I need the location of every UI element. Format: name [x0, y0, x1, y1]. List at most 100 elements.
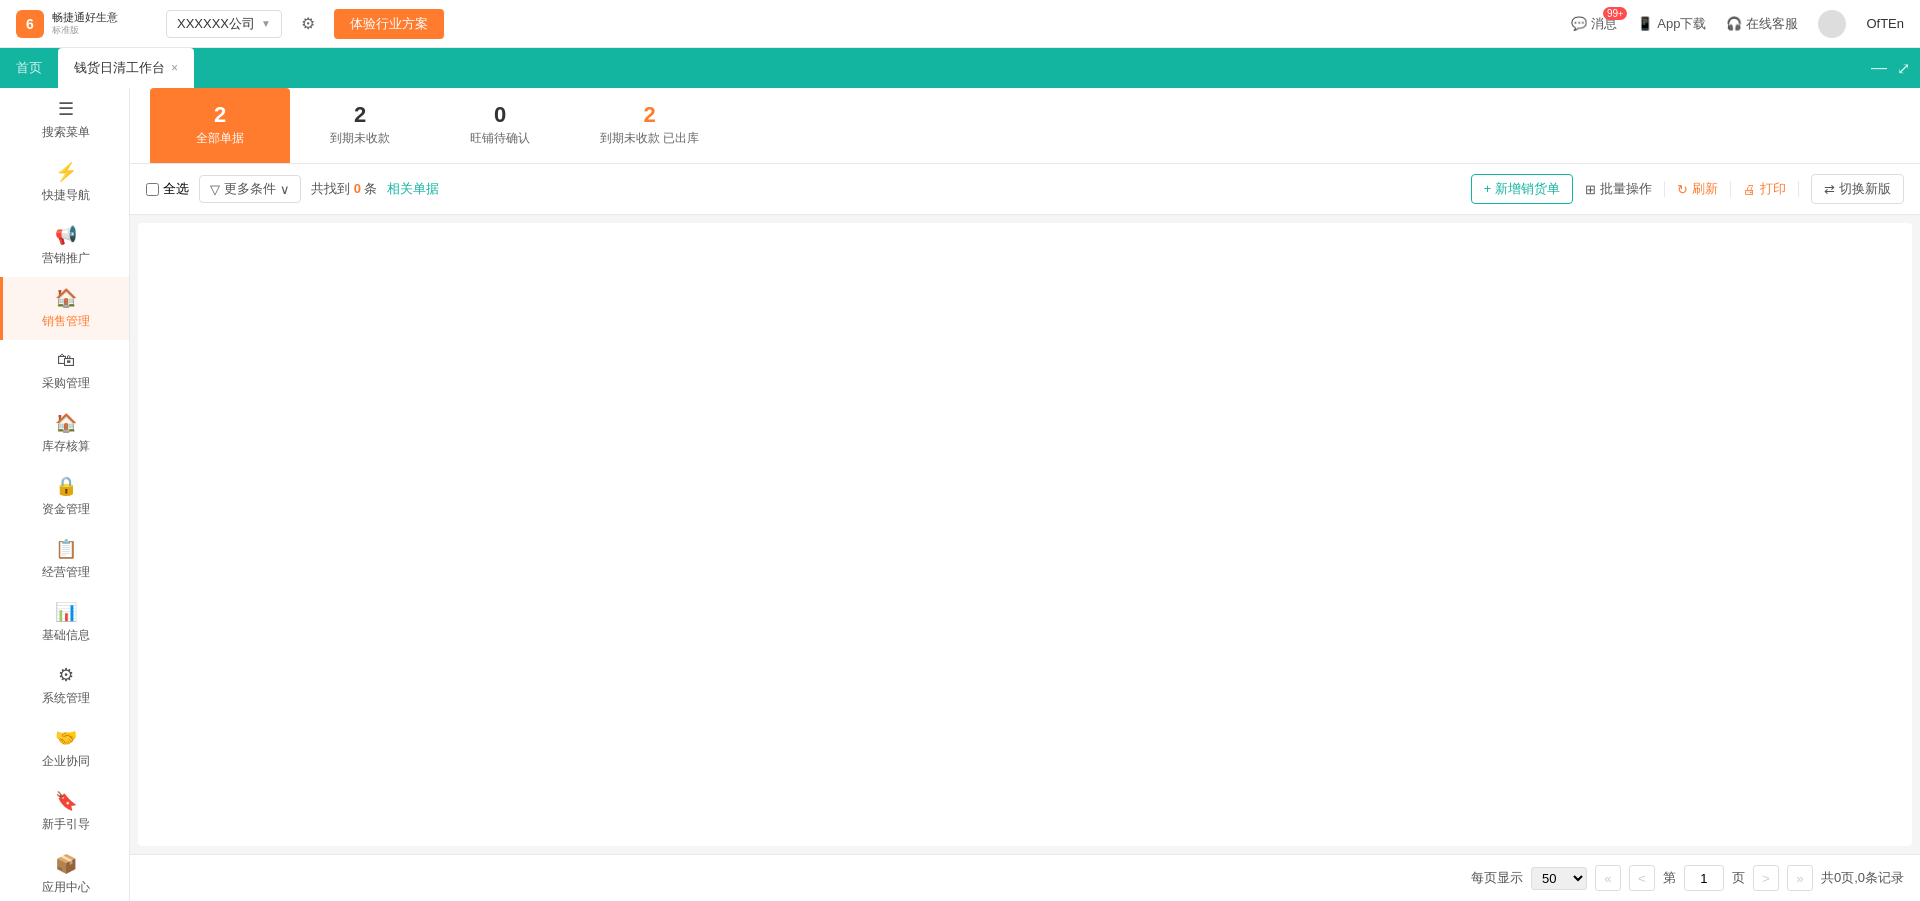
- sidebar-item-label: 应用中心: [42, 879, 90, 896]
- page-size-label: 每页显示: [1471, 869, 1523, 887]
- table-area: [138, 223, 1912, 846]
- service-icon: 🎧: [1726, 16, 1742, 31]
- tab-active[interactable]: 钱货日清工作台 ×: [58, 48, 194, 88]
- sidebar-item-label: 采购管理: [42, 375, 90, 392]
- page-label: 第: [1663, 869, 1676, 887]
- batch-label: 批量操作: [1600, 180, 1652, 198]
- guide-icon: 🔖: [55, 790, 77, 812]
- print-icon: 🖨: [1743, 182, 1756, 197]
- found-count: 0: [354, 181, 361, 196]
- sidebar-item-search-menu[interactable]: ☰ 搜索菜单: [0, 88, 129, 151]
- sidebar-item-guide[interactable]: 🔖 新手引导: [0, 780, 129, 843]
- batch-operation-button[interactable]: ⊞ 批量操作: [1585, 180, 1652, 198]
- tab-close-icon[interactable]: ×: [171, 61, 178, 75]
- sidebar-item-cooperation[interactable]: 🤝 企业协同: [0, 717, 129, 780]
- print-button[interactable]: 🖨 打印: [1743, 180, 1786, 198]
- messages-badge: 99: [1603, 7, 1627, 20]
- company-dropdown-icon: ▼: [261, 18, 271, 29]
- logo-text: 畅捷通好生意 标准版: [52, 10, 118, 37]
- sidebar-item-label: 快捷导航: [42, 187, 90, 204]
- finance-icon: 🔒: [55, 475, 77, 497]
- stat-num-overdue-shipped: 2: [644, 102, 656, 128]
- print-label: 打印: [1760, 180, 1786, 198]
- switch-version-button[interactable]: ⇄ 切换新版: [1811, 174, 1904, 204]
- settings-button[interactable]: ⚙: [292, 8, 324, 40]
- tab-minimize-icon[interactable]: —: [1871, 59, 1887, 77]
- cooperation-icon: 🤝: [55, 727, 77, 749]
- sidebar-item-purchase[interactable]: 🛍 采购管理: [0, 340, 129, 402]
- app-download-label: App下载: [1657, 15, 1706, 33]
- tab-bar: 首页 钱货日清工作台 × — ⤢: [0, 48, 1920, 88]
- sidebar-item-label: 新手引导: [42, 816, 90, 833]
- sidebar: ☰ 搜索菜单 ⚡ 快捷导航 📢 营销推广 🏠 销售管理 🛍 采购管理 🏠 库存核…: [0, 88, 130, 901]
- company-name: XXXXXX公司: [177, 15, 255, 33]
- online-service-item[interactable]: 🎧 在线客服: [1726, 15, 1798, 33]
- sidebar-item-sales[interactable]: 🏠 销售管理: [0, 277, 129, 340]
- operations-icon: 📋: [55, 538, 77, 560]
- select-all-input[interactable]: [146, 183, 159, 196]
- refresh-label: 刷新: [1692, 180, 1718, 198]
- stats-row: 2 全部单据 2 到期未收款 0 旺铺待确认 2 到期未收款 已出库: [130, 88, 1920, 164]
- page-input[interactable]: [1684, 865, 1724, 891]
- stat-card-pending[interactable]: 0 旺铺待确认: [430, 88, 570, 163]
- sidebar-item-label: 资金管理: [42, 501, 90, 518]
- filter-icon: ▽: [210, 182, 220, 197]
- new-sale-button[interactable]: + 新增销货单: [1471, 174, 1573, 204]
- search-menu-icon: ☰: [58, 98, 74, 120]
- purchase-icon: 🛍: [57, 350, 75, 371]
- prev-page-button[interactable]: <: [1629, 865, 1655, 891]
- page-size-select[interactable]: 20 50 100: [1531, 867, 1587, 890]
- message-icon: 💬: [1571, 16, 1587, 31]
- select-all-label: 全选: [163, 180, 189, 198]
- stat-card-overdue[interactable]: 2 到期未收款: [290, 88, 430, 163]
- toolbar: 全选 ▽ 更多条件 ∨ 共找到 0 条 相关单据 + 新增销货单 ⊞ 批: [130, 164, 1920, 215]
- sidebar-item-operations[interactable]: 📋 经营管理: [0, 528, 129, 591]
- online-service-label: 在线客服: [1746, 15, 1798, 33]
- inventory-icon: 🏠: [55, 412, 77, 434]
- logo-area: 6 畅捷通好生意 标准版: [16, 10, 146, 38]
- sidebar-item-basic-info[interactable]: 📊 基础信息: [0, 591, 129, 654]
- messages-item[interactable]: 💬 消息 99: [1571, 15, 1617, 33]
- experience-button[interactable]: 体验行业方案: [334, 9, 444, 39]
- page-label2: 页: [1732, 869, 1745, 887]
- sidebar-item-label: 营销推广: [42, 250, 90, 267]
- content-area: 2 全部单据 2 到期未收款 0 旺铺待确认 2 到期未收款 已出库 全选: [130, 88, 1920, 901]
- stat-num-pending: 0: [494, 102, 506, 128]
- sidebar-item-marketing[interactable]: 📢 营销推广: [0, 214, 129, 277]
- total-text: 共0页,0条记录: [1821, 869, 1904, 887]
- refresh-button[interactable]: ↻ 刷新: [1677, 180, 1718, 198]
- stat-card-all[interactable]: 2 全部单据: [150, 88, 290, 163]
- stat-card-overdue-shipped[interactable]: 2 到期未收款 已出库: [570, 88, 729, 163]
- quick-nav-icon: ⚡: [55, 161, 77, 183]
- first-page-button[interactable]: «: [1595, 865, 1621, 891]
- stat-label-pending: 旺铺待确认: [470, 130, 530, 147]
- marketing-icon: 📢: [55, 224, 77, 246]
- logo-icon: 6: [16, 10, 44, 38]
- sidebar-item-quick-nav[interactable]: ⚡ 快捷导航: [0, 151, 129, 214]
- last-page-button[interactable]: »: [1787, 865, 1813, 891]
- filter-chevron-icon: ∨: [280, 182, 290, 197]
- sidebar-item-system[interactable]: ⚙ 系统管理: [0, 654, 129, 717]
- toolbar-divider2: [1730, 181, 1731, 197]
- avatar[interactable]: [1818, 10, 1846, 38]
- related-link[interactable]: 相关单据: [387, 180, 439, 198]
- username: OfTEn: [1866, 16, 1904, 31]
- tab-maximize-icon[interactable]: ⤢: [1897, 59, 1910, 78]
- stat-label-overdue: 到期未收款: [330, 130, 390, 147]
- switch-icon: ⇄: [1824, 182, 1835, 197]
- tab-home[interactable]: 首页: [0, 48, 58, 88]
- company-selector[interactable]: XXXXXX公司 ▼: [166, 10, 282, 38]
- main-layout: ☰ 搜索菜单 ⚡ 快捷导航 📢 营销推广 🏠 销售管理 🛍 采购管理 🏠 库存核…: [0, 88, 1920, 901]
- tab-bar-actions: — ⤢: [1871, 59, 1920, 78]
- sidebar-item-finance[interactable]: 🔒 资金管理: [0, 465, 129, 528]
- sidebar-item-app-center[interactable]: 📦 应用中心: [0, 843, 129, 901]
- system-icon: ⚙: [58, 664, 74, 686]
- select-all-checkbox[interactable]: 全选: [146, 180, 189, 198]
- app-download-item[interactable]: 📱 App下载: [1637, 15, 1706, 33]
- sidebar-item-inventory[interactable]: 🏠 库存核算: [0, 402, 129, 465]
- more-filters-button[interactable]: ▽ 更多条件 ∨: [199, 175, 301, 203]
- next-page-button[interactable]: >: [1753, 865, 1779, 891]
- sidebar-item-label: 系统管理: [42, 690, 90, 707]
- sidebar-item-label: 销售管理: [42, 313, 90, 330]
- switch-label: 切换新版: [1839, 180, 1891, 198]
